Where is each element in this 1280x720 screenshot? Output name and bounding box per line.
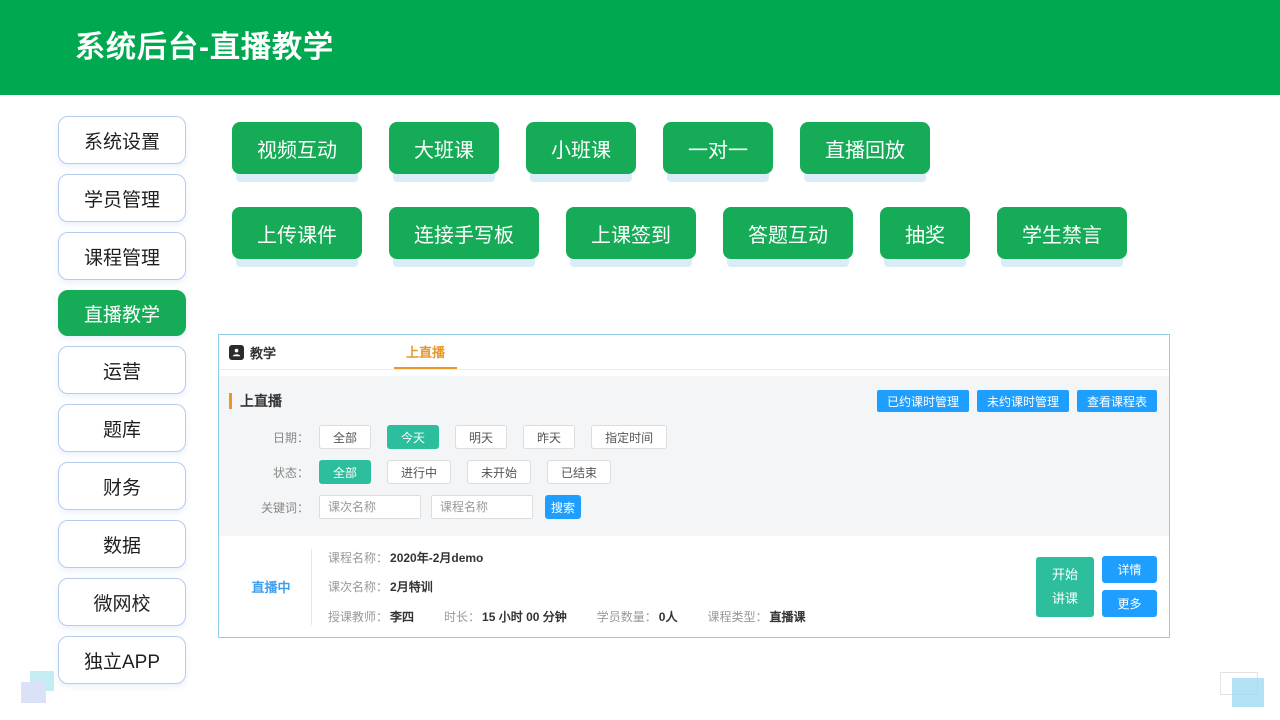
teacher-label: 授课教师： [328,610,388,624]
status-option-not-started[interactable]: 未开始 [467,460,531,484]
keyword-filter-label: 关键词： [247,499,309,516]
mute-students-button[interactable]: 学生禁言 [997,207,1127,259]
decor-square-lavender [21,682,46,703]
sidebar-item-student-management[interactable]: 学员管理 [58,174,186,222]
date-option-all[interactable]: 全部 [319,425,371,449]
status-options: 全部 进行中 未开始 已结束 [319,460,611,484]
course-row: 直播中 课程名称： 2020年-2月demo 课次名称： 2月特训 授课教师：李… [219,536,1169,637]
status-filter-row: 状态： 全部 进行中 未开始 已结束 [247,460,1169,484]
start-teaching-button[interactable]: 开始讲课 [1036,557,1094,617]
date-option-today[interactable]: 今天 [387,425,439,449]
session-name-label: 课次名称： [328,578,388,595]
duration-pair: 时长：15 小时 00 分钟 [444,608,567,625]
panel-body: 上直播 已约课时管理 未约课时管理 查看课程表 日期： 全部 今天 明天 昨天 … [219,376,1169,536]
course-actions: 开始讲课 详情 更多 [1036,556,1157,617]
date-option-tomorrow[interactable]: 明天 [455,425,507,449]
quiz-interaction-button[interactable]: 答题互动 [723,207,853,259]
page-title: 系统后台-直播教学 [75,0,334,95]
section-title: 上直播 [229,393,282,409]
course-details: 课程名称： 2020年-2月demo 课次名称： 2月特训 授课教师：李四 时长… [311,549,835,625]
sidebar-item-live-teaching[interactable]: 直播教学 [58,290,186,336]
class-signin-button[interactable]: 上课签到 [566,207,696,259]
section-header-buttons: 已约课时管理 未约课时管理 查看课程表 [877,390,1157,412]
decor-square-blue [1232,678,1264,707]
lottery-button[interactable]: 抽奖 [880,207,970,259]
one-on-one-button[interactable]: 一对一 [663,122,773,174]
students-value: 0人 [659,610,678,624]
view-timetable-button[interactable]: 查看课程表 [1077,390,1157,412]
course-name-value: 2020年-2月demo [390,549,483,566]
page: 系统后台-直播教学 系统设置 学员管理 课程管理 直播教学 运营 题库 财务 数… [0,0,1280,720]
duration-label: 时长： [444,610,480,624]
type-pair: 课程类型：直播课 [707,608,805,625]
session-name-input[interactable] [319,495,421,519]
booked-lessons-button[interactable]: 已约课时管理 [877,390,969,412]
large-class-button[interactable]: 大班课 [389,122,499,174]
teacher-pair: 授课教师：李四 [328,608,414,625]
small-class-button[interactable]: 小班课 [526,122,636,174]
date-options: 全部 今天 明天 昨天 指定时间 [319,425,667,449]
search-button[interactable]: 搜索 [545,495,581,519]
teacher-value: 李四 [390,610,414,624]
students-label: 学员数量： [597,610,657,624]
connect-tablet-button[interactable]: 连接手写板 [389,207,539,259]
session-name-line: 课次名称： 2月特训 [328,578,835,595]
date-filter-row: 日期： 全部 今天 明天 昨天 指定时间 [247,425,1169,449]
feature-buttons: 视频互动 大班课 小班课 一对一 直播回放 上传课件 连接手写板 上课签到 答题… [232,122,1182,259]
keyword-filter-row: 关键词： 搜索 [247,495,1169,519]
date-option-custom[interactable]: 指定时间 [591,425,667,449]
app-title: 教学 [250,343,276,362]
video-interaction-button[interactable]: 视频互动 [232,122,362,174]
duration-value: 15 小时 00 分钟 [482,610,567,624]
unbooked-lessons-button[interactable]: 未约课时管理 [977,390,1069,412]
sidebar-item-standalone-app[interactable]: 独立APP [58,636,186,684]
tab-go-live[interactable]: 上直播 [394,335,457,369]
upload-courseware-button[interactable]: 上传课件 [232,207,362,259]
sidebar: 系统设置 学员管理 课程管理 直播教学 运营 题库 财务 数据 微网校 独立AP… [58,116,186,684]
panel-tabbar: 教学 上直播 [219,335,1169,370]
detail-button[interactable]: 详情 [1102,556,1157,583]
sidebar-item-finance[interactable]: 财务 [58,462,186,510]
feature-row-2: 上传课件 连接手写板 上课签到 答题互动 抽奖 学生禁言 [232,207,1182,259]
admin-panel: 教学 上直播 上直播 已约课时管理 未约课时管理 查看课程表 日期： 全部 [218,334,1170,638]
status-option-all[interactable]: 全部 [319,460,371,484]
filters: 日期： 全部 今天 明天 昨天 指定时间 状态： 全部 进行中 未开始 [247,425,1169,519]
course-name-line: 课程名称： 2020年-2月demo [328,549,835,566]
status-option-ongoing[interactable]: 进行中 [387,460,451,484]
date-option-yesterday[interactable]: 昨天 [523,425,575,449]
sidebar-item-micro-school[interactable]: 微网校 [58,578,186,626]
teaching-app-icon [229,345,244,360]
sidebar-item-system-settings[interactable]: 系统设置 [58,116,186,164]
students-pair: 学员数量：0人 [597,608,678,625]
course-name-input[interactable] [431,495,533,519]
app-identity: 教学 [219,335,276,369]
sidebar-item-operations[interactable]: 运营 [58,346,186,394]
course-type-label: 课程类型： [707,610,767,624]
feature-row-1: 视频互动 大班课 小班课 一对一 直播回放 [232,122,1182,174]
course-type-value: 直播课 [769,610,805,624]
section-header: 上直播 已约课时管理 未约课时管理 查看课程表 [219,376,1169,412]
course-meta-line: 授课教师：李四 时长：15 小时 00 分钟 学员数量：0人 课程类型：直播课 [328,608,835,625]
status-filter-label: 状态： [247,464,309,481]
sidebar-item-data[interactable]: 数据 [58,520,186,568]
session-name-value: 2月特训 [390,578,433,595]
secondary-actions: 详情 更多 [1102,556,1157,617]
more-button[interactable]: 更多 [1102,590,1157,617]
course-status-badge: 直播中 [231,577,311,596]
date-filter-label: 日期： [247,429,309,446]
top-banner: 系统后台-直播教学 [0,0,1280,95]
sidebar-item-course-management[interactable]: 课程管理 [58,232,186,280]
live-replay-button[interactable]: 直播回放 [800,122,930,174]
sidebar-item-question-bank[interactable]: 题库 [58,404,186,452]
course-name-label: 课程名称： [328,549,388,566]
status-option-ended[interactable]: 已结束 [547,460,611,484]
